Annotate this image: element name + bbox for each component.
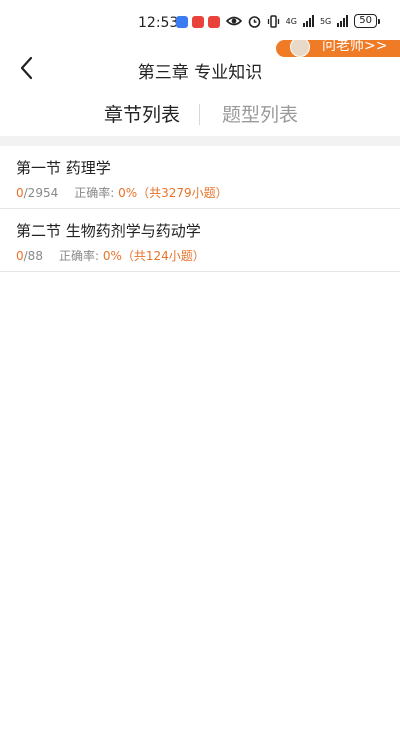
status-icons: 4G 5G 50	[225, 14, 380, 28]
list-item[interactable]: 第一节 药理学 0/2954 正确率: 0%（共3279小题）	[0, 146, 400, 209]
accuracy-value: 0%（共3279小题）	[118, 186, 228, 200]
section-progress: 0/2954 正确率: 0%（共3279小题）	[16, 184, 228, 201]
teacher-avatar	[290, 40, 310, 57]
signal-icon	[337, 15, 349, 27]
section-title: 第一节 药理学	[16, 159, 111, 177]
accuracy-value: 0%（共124小题）	[102, 249, 205, 263]
network-4g-label: 4G	[285, 16, 297, 26]
list-item[interactable]: 第二节 生物药剂学与药动学 0/88 正确率: 0%（共124小题）	[0, 209, 400, 272]
section-title: 第二节 生物药剂学与药动学	[16, 222, 201, 240]
page-title: 第三章 专业知识	[137, 63, 263, 83]
tab-divider	[199, 104, 200, 125]
ask-teacher-button[interactable]: 问老师>>	[276, 40, 400, 57]
done-count: 0	[16, 186, 24, 200]
total-count: /88	[23, 249, 43, 263]
app-notification-icon	[176, 16, 188, 28]
total-count: /2954	[23, 186, 59, 200]
signal-icon	[302, 15, 314, 27]
battery-icon: 50	[354, 14, 380, 28]
vibrate-icon	[267, 14, 279, 28]
accuracy-label: 正确率:	[74, 186, 115, 200]
tab-chapter-list[interactable]: 章节列表	[104, 100, 180, 127]
status-bar: 12:53 4G 5G 50	[0, 0, 400, 44]
eye-icon	[225, 16, 242, 26]
accuracy-label: 正确率:	[58, 249, 99, 263]
section-progress: 0/88 正确率: 0%（共124小题）	[16, 247, 205, 264]
section-list: 第一节 药理学 0/2954 正确率: 0%（共3279小题） 第二节 生物药剂学…	[0, 146, 400, 272]
ask-teacher-label: 问老师>>	[322, 40, 388, 54]
mail-notification-icon	[208, 16, 220, 28]
done-count: 0	[16, 249, 24, 263]
app-notification-icon	[192, 16, 204, 28]
tab-bar: 章节列表 题型列表	[0, 100, 400, 130]
tab-question-type-list[interactable]: 题型列表	[222, 100, 298, 127]
battery-level: 50	[354, 14, 377, 28]
alarm-icon	[248, 15, 260, 28]
status-time: 12:53	[138, 15, 179, 31]
network-5g-label: 5G	[319, 16, 332, 26]
divider-band	[0, 136, 400, 146]
